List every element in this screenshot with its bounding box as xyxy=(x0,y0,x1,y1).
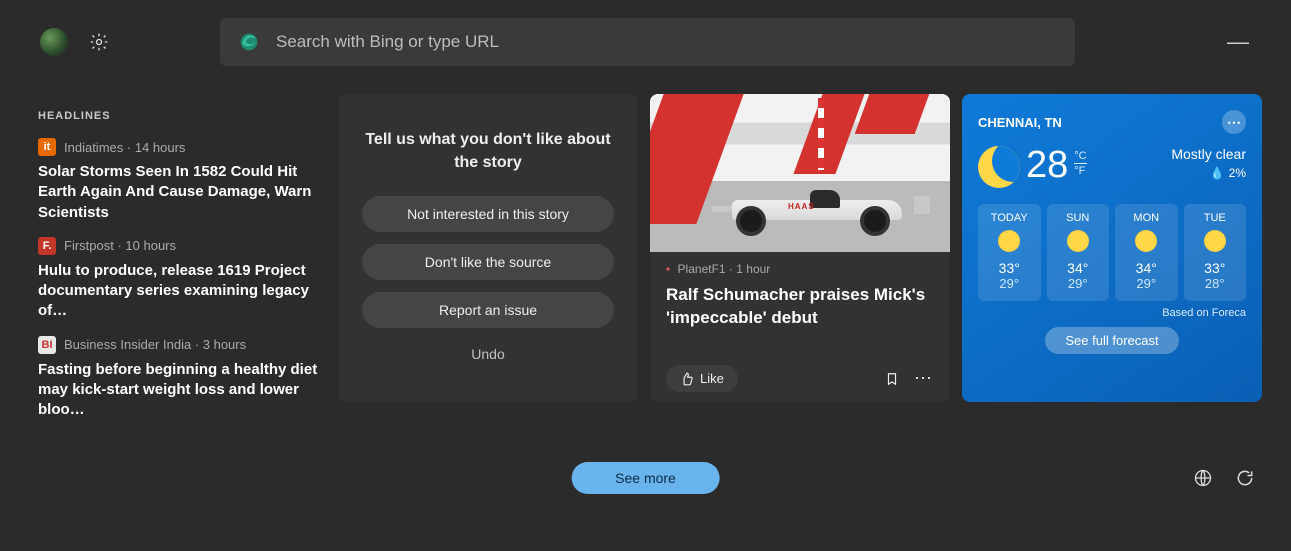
dont-like-source-button[interactable]: Don't like the source xyxy=(362,244,614,280)
day-lo: 28° xyxy=(1205,276,1225,291)
source-dot-icon: • xyxy=(666,262,670,276)
day-hi: 34° xyxy=(1067,260,1088,276)
headline-source: Firstpost xyxy=(64,238,114,253)
source-logo-icon: F. xyxy=(38,237,56,255)
day-hi: 34° xyxy=(1136,260,1157,276)
headline-source: Indiatimes xyxy=(64,140,123,155)
droplet-icon: 💧 xyxy=(1210,166,1225,180)
headlines-card: HEADLINES it Indiatimes · 14 hours Solar… xyxy=(28,94,326,402)
search-input[interactable]: Search with Bing or type URL xyxy=(220,18,1075,66)
not-interested-button[interactable]: Not interested in this story xyxy=(362,196,614,232)
weather-attribution: Based on Foreca xyxy=(978,307,1246,319)
weather-location: CHENNAI, TN xyxy=(978,115,1062,130)
headline-ago: 10 hours xyxy=(125,238,176,253)
moon-icon xyxy=(978,146,1020,188)
headline-item[interactable]: F. Firstpost · 10 hours Hulu to produce,… xyxy=(38,237,322,322)
forecast-day[interactable]: TUE 33° 28° xyxy=(1184,204,1247,301)
forecast-day[interactable]: MON 34° 29° xyxy=(1115,204,1178,301)
day-label: MON xyxy=(1133,212,1159,224)
more-icon[interactable]: ⋯ xyxy=(914,368,934,389)
thumbs-up-icon xyxy=(680,372,694,386)
headline-title: Fasting before beginning a healthy diet … xyxy=(38,360,322,421)
article-card[interactable]: HAAS • PlanetF1 · 1 hour Ralf Schumacher… xyxy=(650,94,950,402)
translate-icon[interactable] xyxy=(1193,468,1213,493)
weather-precip: 2% xyxy=(1229,166,1246,180)
edge-icon xyxy=(238,31,260,53)
feedback-title: Tell us what you don't like about the st… xyxy=(356,128,620,174)
forecast-days: TODAY 33° 29° SUN 34° 29° MON 34° 29° TU… xyxy=(978,204,1246,301)
headlines-title: HEADLINES xyxy=(38,110,322,122)
unit-f[interactable]: °F xyxy=(1074,165,1086,177)
forecast-day[interactable]: SUN 34° 29° xyxy=(1047,204,1110,301)
refresh-icon[interactable] xyxy=(1235,468,1255,493)
weather-temp: 28 xyxy=(1026,146,1068,184)
source-logo-icon: BI xyxy=(38,336,56,354)
avatar[interactable] xyxy=(40,28,68,56)
forecast-day[interactable]: TODAY 33° 29° xyxy=(978,204,1041,301)
like-button[interactable]: Like xyxy=(666,365,738,392)
see-more-button[interactable]: See more xyxy=(571,462,720,494)
article-ago: 1 hour xyxy=(736,262,770,276)
headline-item[interactable]: it Indiatimes · 14 hours Solar Storms Se… xyxy=(38,138,322,223)
day-lo: 29° xyxy=(1136,276,1156,291)
headline-ago: 3 hours xyxy=(203,337,246,352)
minimize-button[interactable]: — xyxy=(1227,29,1249,55)
bookmark-icon[interactable] xyxy=(882,371,902,387)
report-issue-button[interactable]: Report an issue xyxy=(362,292,614,328)
headline-item[interactable]: BI Business Insider India · 3 hours Fast… xyxy=(38,336,322,421)
article-source: PlanetF1 xyxy=(678,262,726,276)
day-hi: 33° xyxy=(1204,260,1225,276)
sun-icon xyxy=(998,230,1020,252)
source-logo-icon: it xyxy=(38,138,56,156)
weather-more-icon[interactable]: ⋯ xyxy=(1222,110,1246,134)
sun-icon xyxy=(1135,230,1157,252)
gear-icon[interactable] xyxy=(88,31,110,53)
day-hi: 33° xyxy=(999,260,1020,276)
like-label: Like xyxy=(700,371,724,386)
weather-condition: Mostly clear xyxy=(1171,146,1246,162)
weather-card: CHENNAI, TN ⋯ 28 °C °F Mostly clear 💧2% … xyxy=(962,94,1262,402)
undo-link[interactable]: Undo xyxy=(356,346,620,362)
headline-title: Hulu to produce, release 1619 Project do… xyxy=(38,261,322,322)
article-title: Ralf Schumacher praises Mick's 'impeccab… xyxy=(666,284,934,330)
sun-icon xyxy=(1204,230,1226,252)
day-lo: 29° xyxy=(1068,276,1088,291)
unit-toggle[interactable]: °C °F xyxy=(1074,150,1086,177)
sun-icon xyxy=(1067,230,1089,252)
headline-source: Business Insider India xyxy=(64,337,191,352)
day-label: TUE xyxy=(1204,212,1226,224)
day-label: SUN xyxy=(1066,212,1089,224)
article-image: HAAS xyxy=(650,94,950,252)
feedback-card: Tell us what you don't like about the st… xyxy=(338,94,638,402)
headline-ago: 14 hours xyxy=(135,140,186,155)
day-label: TODAY xyxy=(991,212,1028,224)
unit-c[interactable]: °C xyxy=(1074,150,1086,164)
search-placeholder: Search with Bing or type URL xyxy=(276,32,499,52)
see-forecast-button[interactable]: See full forecast xyxy=(1045,327,1178,354)
day-lo: 29° xyxy=(999,276,1019,291)
headline-title: Solar Storms Seen In 1582 Could Hit Eart… xyxy=(38,162,322,223)
